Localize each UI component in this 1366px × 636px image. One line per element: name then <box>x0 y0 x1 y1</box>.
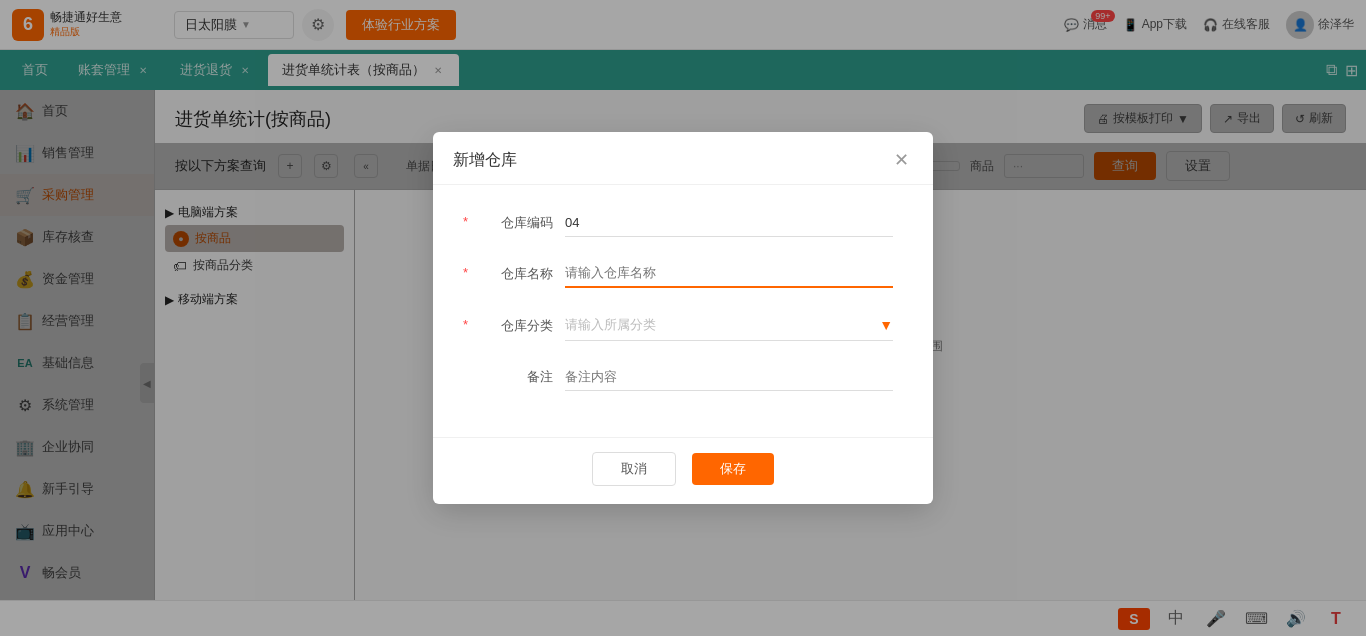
warehouse-name-field: 仓库名称 <box>473 259 893 288</box>
dialog-header: 新增仓库 ✕ <box>433 132 933 185</box>
save-button[interactable]: 保存 <box>692 453 774 485</box>
warehouse-category-field: 仓库分类 请输入所属分类 ▼ <box>473 310 893 341</box>
remark-label: 备注 <box>473 368 553 386</box>
warehouse-code-input[interactable] <box>565 209 893 237</box>
warehouse-category-label: 仓库分类 <box>473 317 553 335</box>
category-arrow-icon: ▼ <box>879 317 893 333</box>
overlay: 新增仓库 ✕ 仓库编码 仓库名称 仓库分类 请输入所属分类 ▼ <box>0 0 1366 636</box>
category-placeholder: 请输入所属分类 <box>565 316 656 334</box>
dialog-footer: 取消 保存 <box>433 437 933 504</box>
warehouse-code-field: 仓库编码 <box>473 209 893 237</box>
dialog-close-button[interactable]: ✕ <box>889 148 913 172</box>
remark-input[interactable] <box>565 363 893 391</box>
warehouse-code-label: 仓库编码 <box>473 214 553 232</box>
remark-field: 备注 <box>473 363 893 391</box>
warehouse-name-input[interactable] <box>565 259 893 288</box>
cancel-button[interactable]: 取消 <box>592 452 676 486</box>
warehouse-category-select[interactable]: 请输入所属分类 ▼ <box>565 310 893 341</box>
dialog-body: 仓库编码 仓库名称 仓库分类 请输入所属分类 ▼ 备注 <box>433 185 933 437</box>
dialog-title: 新增仓库 <box>453 150 517 171</box>
warehouse-name-label: 仓库名称 <box>473 265 553 283</box>
new-warehouse-dialog: 新增仓库 ✕ 仓库编码 仓库名称 仓库分类 请输入所属分类 ▼ <box>433 132 933 504</box>
